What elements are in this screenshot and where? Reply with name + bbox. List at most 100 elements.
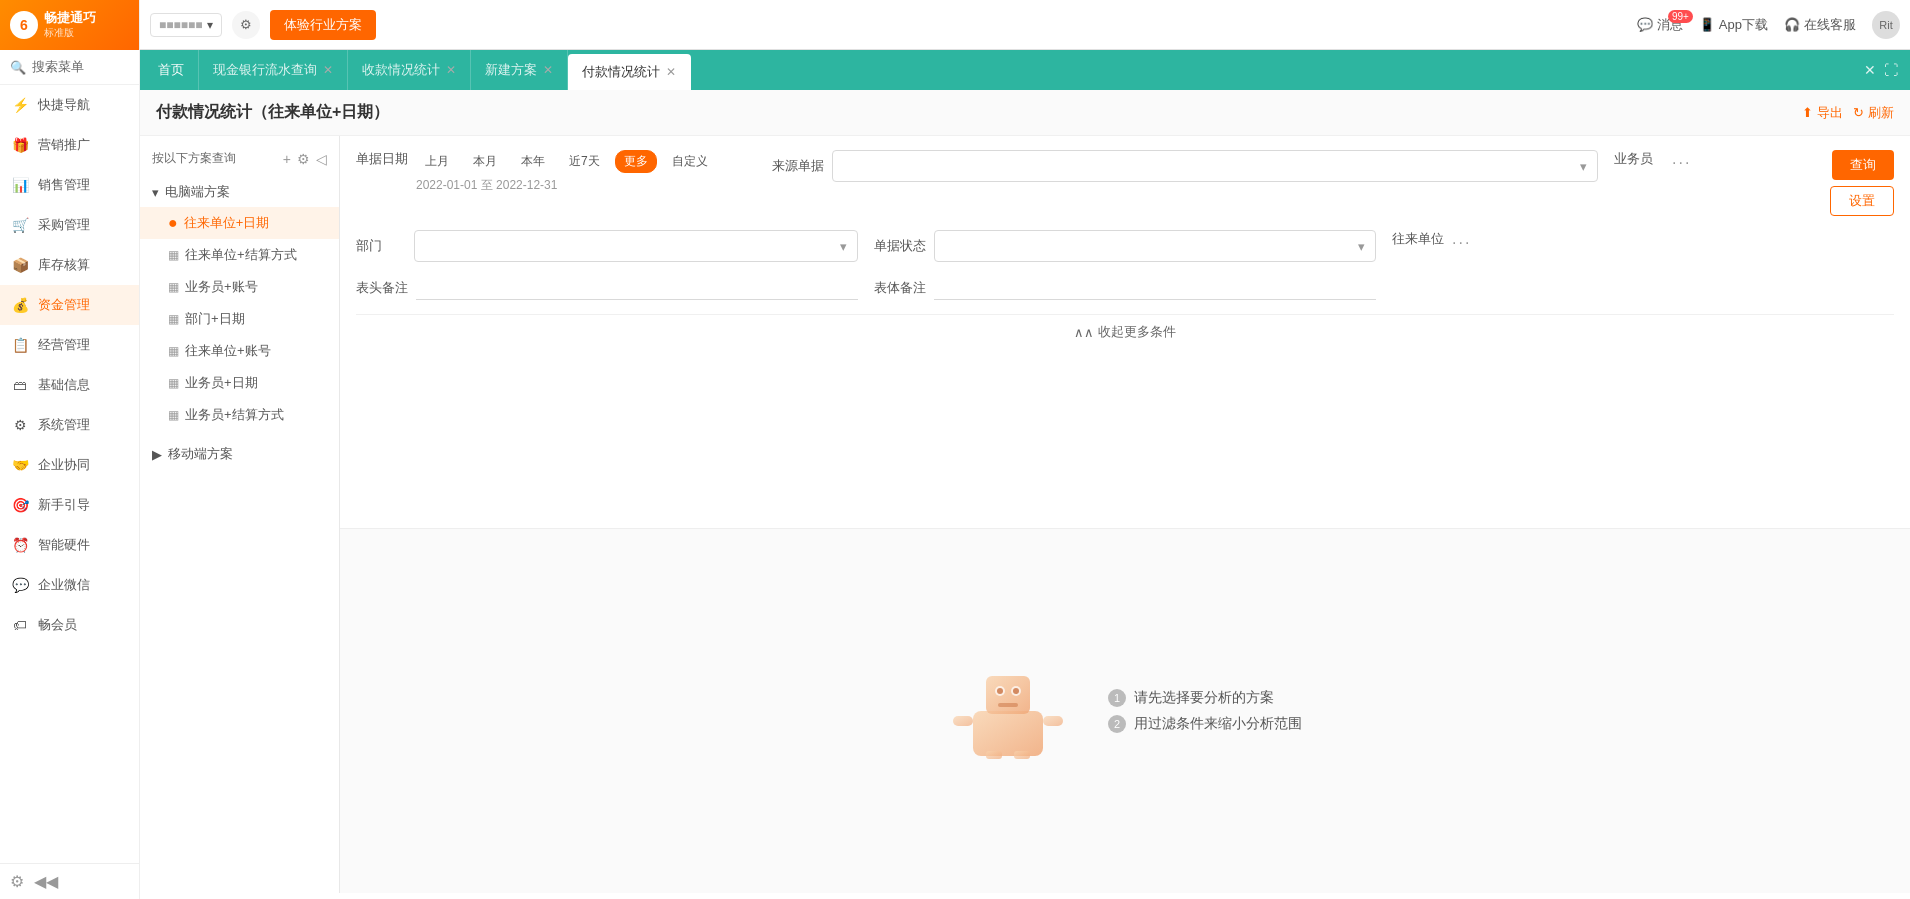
tab-bank-flow-label: 现金银行流水查询 [213, 61, 317, 79]
scheme-item-staff-account[interactable]: ▦ 业务员+账号 [140, 271, 339, 303]
sidebar-item-sales[interactable]: 📊 销售管理 [0, 165, 139, 205]
pc-scheme-group-title[interactable]: ▾ 电脑端方案 [140, 177, 339, 207]
collapse-bar[interactable]: ∧∧ 收起更多条件 [356, 314, 1894, 349]
empty-illustration [948, 661, 1068, 761]
sidebar-item-cooperation[interactable]: 🤝 企业协同 [0, 445, 139, 485]
mobile-scheme-group-title[interactable]: ▶ 移动端方案 [140, 439, 339, 469]
scheme-icon: ▦ [168, 312, 179, 326]
member-icon: 🏷 [10, 615, 30, 635]
sidebar-title: 畅捷通巧 [44, 10, 96, 26]
counterpart-dots[interactable]: ... [1452, 230, 1471, 248]
sidebar-item-label: 企业协同 [38, 456, 90, 474]
table-header-note-input[interactable] [416, 276, 858, 300]
scheme-icon: ▦ [168, 248, 179, 262]
staff-filter-group: 业务员 ... [1614, 150, 1814, 168]
user-avatar[interactable]: Rit [1872, 11, 1900, 39]
export-icon: ⬆ [1802, 105, 1813, 120]
scheme-item-counterpart-settle[interactable]: ▦ 往来单位+结算方式 [140, 239, 339, 271]
content-body: 按以下方案查询 + ⚙ ◁ ▾ 电脑端方案 ● 往来单位+日期 [140, 136, 1910, 893]
sidebar-item-hardware[interactable]: ⏰ 智能硬件 [0, 525, 139, 565]
workspace-dropdown[interactable]: ■■■■■■ ▾ [150, 13, 222, 37]
scheme-panel-label: 按以下方案查询 [152, 150, 236, 167]
refresh-btn[interactable]: ↻ 刷新 [1853, 104, 1894, 122]
messages-item[interactable]: 💬 消息 99+ [1637, 16, 1683, 34]
tab-bank-flow-close[interactable]: ✕ [323, 63, 333, 77]
settings-bottom-icon[interactable]: ⚙ [10, 872, 24, 891]
sidebar-item-inventory[interactable]: 📦 库存核算 [0, 245, 139, 285]
dept-select[interactable]: ▾ [414, 230, 858, 262]
sidebar-item-marketing[interactable]: 🎁 营销推广 [0, 125, 139, 165]
sidebar-item-guide[interactable]: 🎯 新手引导 [0, 485, 139, 525]
collapse-arrows-icon: ∧∧ [1074, 325, 1094, 340]
collapse-sidebar-icon[interactable]: ◀◀ [34, 872, 58, 891]
scheme-settings-btn[interactable]: ⚙ [297, 151, 310, 167]
source-doc-select[interactable]: ▾ [832, 150, 1598, 182]
tab-new-scheme[interactable]: 新建方案 ✕ [471, 50, 568, 90]
search-menu[interactable]: 🔍 搜索菜单 [0, 50, 139, 85]
tab-home[interactable]: 首页 [144, 50, 199, 90]
scheme-item-staff-date[interactable]: ▦ 业务员+日期 [140, 367, 339, 399]
system-icon: ⚙ [10, 415, 30, 435]
sidebar-item-operation[interactable]: 📋 经营管理 [0, 325, 139, 365]
tip-text-1: 请先选择要分析的方案 [1134, 689, 1274, 707]
tab-home-label: 首页 [158, 61, 184, 79]
close-all-tabs-btn[interactable]: ✕ [1864, 62, 1876, 78]
trial-btn[interactable]: 体验行业方案 [270, 10, 376, 40]
sidebar-item-basic-info[interactable]: 🗃 基础信息 [0, 365, 139, 405]
online-service-item[interactable]: 🎧 在线客服 [1784, 16, 1856, 34]
sidebar-item-member[interactable]: 🏷 畅会员 [0, 605, 139, 645]
scheme-active-icon: ● [168, 214, 178, 232]
sidebar-item-finance[interactable]: 💰 资金管理 [0, 285, 139, 325]
more-btn[interactable]: 更多 [615, 150, 657, 173]
pc-scheme-group: ▾ 电脑端方案 ● 往来单位+日期 ▦ 往来单位+结算方式 ▦ 业务员+账号 [140, 173, 339, 435]
filter-settings-btn[interactable]: 设置 [1830, 186, 1894, 216]
scheme-item-dept-date[interactable]: ▦ 部门+日期 [140, 303, 339, 335]
gear-icon: ⚙ [240, 17, 252, 32]
tab-receipts[interactable]: 收款情况统计 ✕ [348, 50, 471, 90]
topbar: ■■■■■■ ▾ ⚙ 体验行业方案 💬 消息 99+ 📱 App下载 🎧 在线客… [140, 0, 1910, 50]
doc-status-select[interactable]: ▾ [934, 230, 1376, 262]
sidebar-item-purchase[interactable]: 🛒 采购管理 [0, 205, 139, 245]
sidebar-header: 6 畅捷通巧 标准版 [0, 0, 139, 50]
query-btn[interactable]: 查询 [1832, 150, 1894, 180]
tip-num-2: 2 [1108, 715, 1126, 733]
scheme-item-label: 业务员+账号 [185, 278, 258, 296]
export-btn[interactable]: ⬆ 导出 [1802, 104, 1843, 122]
table-body-note-input[interactable] [934, 276, 1376, 300]
this-year-btn[interactable]: 本年 [512, 150, 554, 173]
tip-num-1: 1 [1108, 689, 1126, 707]
custom-btn[interactable]: 自定义 [663, 150, 717, 173]
scheme-icon: ▦ [168, 408, 179, 422]
wechat-icon: 💬 [10, 575, 30, 595]
doc-status-label: 单据状态 [874, 237, 926, 255]
app-download-item[interactable]: 📱 App下载 [1699, 16, 1768, 34]
sidebar-item-label: 库存核算 [38, 256, 90, 274]
scheme-item-counterpart-date[interactable]: ● 往来单位+日期 [140, 207, 339, 239]
tab-payment-stats-close[interactable]: ✕ [666, 65, 676, 79]
last-month-btn[interactable]: 上月 [416, 150, 458, 173]
tab-new-scheme-close[interactable]: ✕ [543, 63, 553, 77]
last-7-btn[interactable]: 近7天 [560, 150, 609, 173]
scheme-item-counterpart-account[interactable]: ▦ 往来单位+账号 [140, 335, 339, 367]
collapse-scheme-panel-btn[interactable]: ◁ [316, 151, 327, 167]
this-month-btn[interactable]: 本月 [464, 150, 506, 173]
date-buttons: 上月 本月 本年 近7天 更多 自定义 [416, 150, 717, 173]
staff-dots[interactable]: ... [1672, 150, 1691, 168]
tab-receipts-close[interactable]: ✕ [446, 63, 456, 77]
topbar-settings-btn[interactable]: ⚙ [232, 11, 260, 39]
sidebar-item-quick-nav[interactable]: ⚡ 快捷导航 [0, 85, 139, 125]
cooperation-icon: 🤝 [10, 455, 30, 475]
counterpart-filter-group: 往来单位 ... [1392, 230, 1894, 248]
sidebar-item-wechat[interactable]: 💬 企业微信 [0, 565, 139, 605]
add-scheme-btn[interactable]: + [283, 151, 291, 167]
tab-bank-flow[interactable]: 现金银行流水查询 ✕ [199, 50, 348, 90]
sidebar-item-label: 智能硬件 [38, 536, 90, 554]
expand-tabs-btn[interactable]: ⛶ [1884, 62, 1898, 78]
sidebar-item-system[interactable]: ⚙ 系统管理 [0, 405, 139, 445]
scheme-panel-header-actions: + ⚙ ◁ [283, 151, 327, 167]
scheme-item-staff-settle[interactable]: ▦ 业务员+结算方式 [140, 399, 339, 431]
svg-rect-7 [953, 716, 973, 726]
scheme-item-label: 业务员+日期 [185, 374, 258, 392]
tab-payment-stats[interactable]: 付款情况统计 ✕ [568, 54, 691, 90]
hardware-icon: ⏰ [10, 535, 30, 555]
